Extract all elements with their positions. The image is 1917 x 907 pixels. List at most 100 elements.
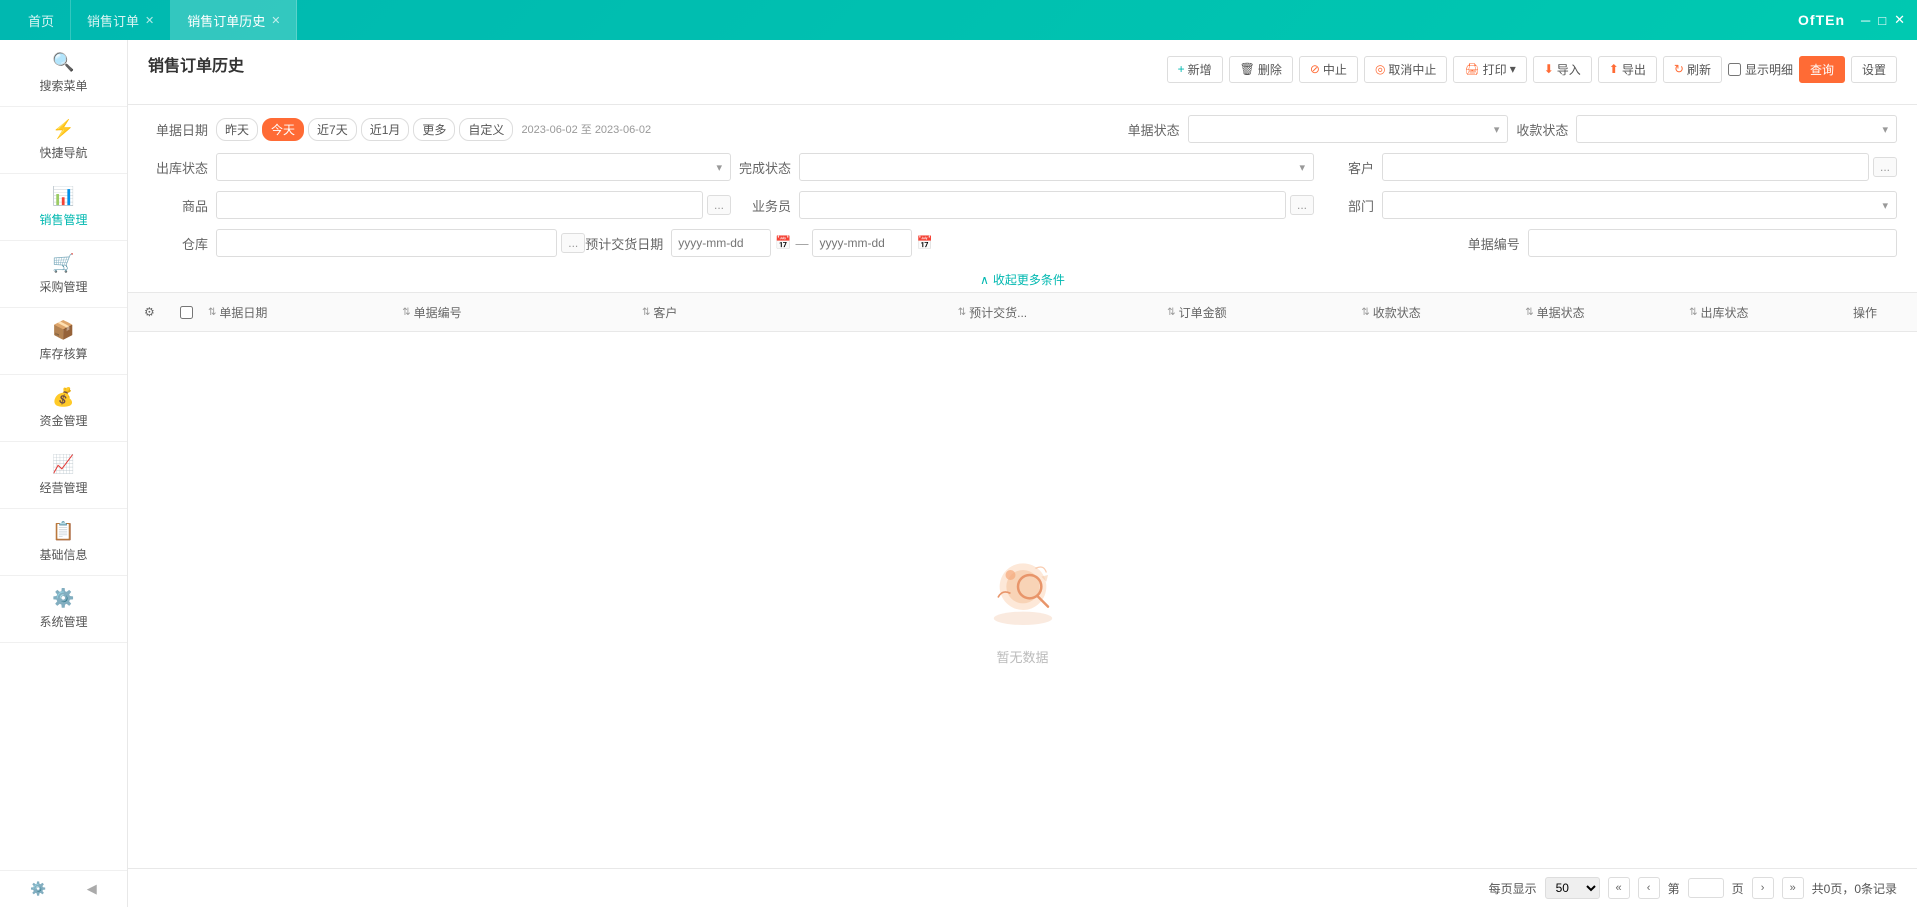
delivery-date-from[interactable] [671,229,771,257]
tab-home-label: 首页 [28,11,54,30]
select-all-checkbox[interactable] [180,306,193,319]
calendar-to-icon[interactable]: 📅 [916,235,932,251]
export-icon: ⬆ [1609,62,1619,76]
tab-sales-history-label: 销售订单历史 [187,11,265,30]
goods-ellipsis-btn[interactable]: ... [707,195,731,215]
prev-page-btn[interactable]: ‹ [1638,877,1660,899]
sidebar-item-basicinfo[interactable]: 📋 基础信息 [0,509,127,576]
docno-input[interactable] [1528,229,1897,257]
collapse-btn[interactable]: ∧ 收起更多条件 [148,267,1897,292]
main-content-area: ⚙ ⇅ 单据日期 ⇅ 单据编号 ⇅ 客户 ⇅ [128,292,1917,868]
pay-status-select[interactable]: ▾ [1576,115,1897,143]
window-min-btn[interactable]: ─ [1861,13,1870,28]
finish-status-select[interactable]: ▾ [799,153,1314,181]
filter-doc-status: 单据状态 ▾ [1120,115,1509,143]
th-date[interactable]: ⇅ 单据日期 [202,296,396,329]
current-page-input[interactable]: 1 [1688,878,1724,898]
doc-status-select[interactable]: ▾ [1188,115,1509,143]
btn-cancel-stop[interactable]: ◎ 取消中止 [1364,56,1448,83]
show-detail-label[interactable]: 显示明细 [1728,61,1793,78]
btn-new[interactable]: + 新增 [1167,56,1223,83]
th-outstatus[interactable]: ⇅ 出库状态 [1683,296,1847,329]
btn-new-label: 新增 [1188,61,1212,78]
sidebar-item-purchase[interactable]: 🛒 采购管理 [0,241,127,308]
th-delivery-label: 预计交货... [969,304,1027,321]
th-docno[interactable]: ⇅ 单据编号 [396,296,636,329]
btn-refresh[interactable]: ↻ 刷新 [1663,56,1722,83]
filter-row-1: 单据日期 昨天 今天 近7天 近1月 更多 自定义 2023-06-02 至 2… [148,115,1897,143]
date-separator: — [795,236,808,251]
sidebar-item-operations[interactable]: 📈 经营管理 [0,442,127,509]
th-customer[interactable]: ⇅ 客户 [636,296,952,329]
btn-settings[interactable]: 设置 [1851,56,1897,83]
date-tag-7days[interactable]: 近7天 [308,118,357,141]
btn-import[interactable]: ⬇ 导入 [1533,56,1592,83]
out-status-select[interactable]: ▾ [216,153,731,181]
sidebar-collapse-icon[interactable]: ◀ [87,881,97,897]
customer-input[interactable] [1382,153,1869,181]
sidebar-item-search[interactable]: 🔍 搜索菜单 [0,40,127,107]
date-tag-1month[interactable]: 近1月 [361,118,410,141]
th-amount[interactable]: ⇅ 订单金额 [1161,296,1355,329]
tab-sales-order-close[interactable]: ✕ [145,14,154,27]
top-bar: 首页 销售订单 ✕ 销售订单历史 ✕ OfTEn ─ □ ✕ [0,0,1917,40]
th-delivery[interactable]: ⇅ 预计交货... [952,296,1161,329]
customer-ellipsis-btn[interactable]: ... [1873,157,1897,177]
tab-sales-order[interactable]: 销售订单 ✕ [71,0,171,40]
sidebar-item-sales[interactable]: 📊 销售管理 [0,174,127,241]
delivery-date-to[interactable] [812,229,912,257]
date-tag-today[interactable]: 今天 [262,118,304,141]
show-detail-checkbox[interactable] [1728,63,1741,76]
sidebar-item-finance[interactable]: 💰 资金管理 [0,375,127,442]
btn-stop[interactable]: ⊘ 中止 [1299,56,1358,83]
sidebar-item-inventory[interactable]: 📦 库存核算 [0,308,127,375]
print-icon: 🖨 [1464,62,1479,76]
salesperson-input[interactable] [799,191,1286,219]
tab-sales-history[interactable]: 销售订单历史 ✕ [171,0,297,40]
sidebar-inventory-label: 库存核算 [39,345,87,362]
last-page-btn[interactable]: » [1782,877,1804,899]
sidebar-item-quicknav[interactable]: ⚡ 快捷导航 [0,107,127,174]
first-page-btn[interactable]: « [1608,877,1630,899]
th-settings[interactable]: ⚙ [138,297,174,327]
tab-home[interactable]: 首页 [12,0,71,40]
calendar-from-icon[interactable]: 📅 [775,235,791,251]
btn-query[interactable]: 查询 [1799,56,1845,83]
date-tag-yesterday[interactable]: 昨天 [216,118,258,141]
date-tag-custom[interactable]: 自定义 [459,118,513,141]
collapse-up-icon: ∧ [980,273,989,287]
window-close-btn[interactable]: ✕ [1894,12,1905,28]
filter-row-3: 商品 ... 业务员 ... 部门 [148,191,1897,219]
th-docstatus[interactable]: ⇅ 单据状态 [1519,296,1683,329]
tab-sales-history-close[interactable]: ✕ [271,14,280,27]
th-checkbox[interactable] [174,298,202,327]
th-amount-label: 订单金额 [1179,304,1227,321]
table-header: ⚙ ⇅ 单据日期 ⇅ 单据编号 ⇅ 客户 ⇅ [128,292,1917,332]
page-size-select[interactable]: 50 20 100 [1545,877,1600,899]
th-payment-label: 收款状态 [1373,304,1421,321]
date-tag-more[interactable]: 更多 [413,118,455,141]
goods-input[interactable] [216,191,703,219]
brand-label: OfTEn [1798,12,1845,28]
pay-status-label: 收款状态 [1508,120,1568,139]
page-title: 销售订单历史 [148,52,244,76]
next-page-btn[interactable]: › [1752,877,1774,899]
filter-section: 单据日期 昨天 今天 近7天 近1月 更多 自定义 2023-06-02 至 2… [128,105,1917,292]
btn-delete[interactable]: 🗑 删除 [1229,56,1293,83]
sidebar-settings-icon[interactable]: ⚙️ [30,881,46,897]
btn-print[interactable]: 🖨 打印 ▾ [1453,56,1526,83]
th-payment[interactable]: ⇅ 收款状态 [1355,296,1519,329]
btn-export[interactable]: ⬆ 导出 [1598,56,1657,83]
finance-icon: 💰 [52,387,74,408]
pagination-bar: 每页显示 50 20 100 « ‹ 第 1 页 › » 共0页，0条记录 [128,868,1917,907]
warehouse-input[interactable] [216,229,557,257]
th-action-label: 操作 [1853,304,1877,321]
th-action: 操作 [1847,296,1907,329]
dept-select[interactable]: ▾ [1382,191,1897,219]
window-max-btn[interactable]: □ [1878,13,1886,28]
warehouse-ellipsis-btn[interactable]: ... [561,233,585,253]
salesperson-ellipsis-btn[interactable]: ... [1290,195,1314,215]
settings-icon: ⚙ [144,305,155,319]
sidebar-item-system[interactable]: ⚙️ 系统管理 [0,576,127,643]
tab-sales-order-label: 销售订单 [87,11,139,30]
